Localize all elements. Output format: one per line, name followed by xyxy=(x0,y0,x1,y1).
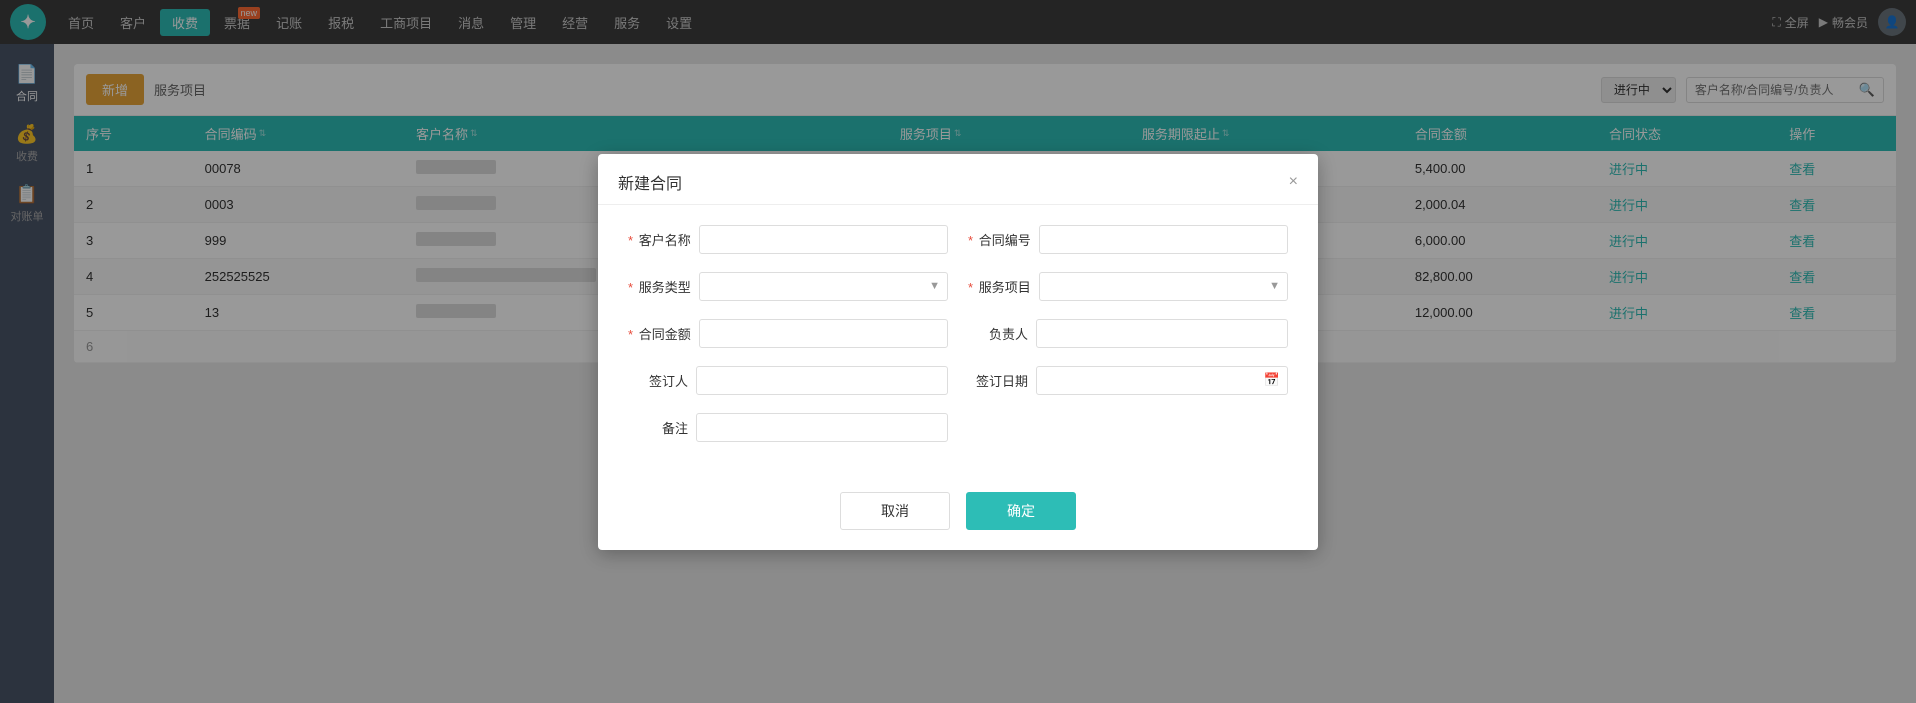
required-mark5: * xyxy=(628,327,633,342)
client-name-input[interactable] xyxy=(699,225,948,254)
modal-overlay[interactable]: 新建合同 × * 客户名称 * 合同编号 xyxy=(0,0,1916,703)
signer-input[interactable] xyxy=(696,366,948,395)
responsible-person-input[interactable] xyxy=(1036,319,1288,348)
service-type-select[interactable] xyxy=(699,272,948,301)
cancel-button[interactable]: 取消 xyxy=(840,492,950,530)
responsible-label: 负责人 xyxy=(968,324,1028,343)
modal-body: * 客户名称 * 合同编号 * 服 xyxy=(598,205,1318,480)
remarks-label: 备注 xyxy=(628,418,688,437)
form-group-service-type: * 服务类型 ▼ xyxy=(628,272,948,301)
service-item-select[interactable] xyxy=(1039,272,1288,301)
form-group-client-name: * 客户名称 xyxy=(628,225,948,254)
sign-date-input-wrapper: 2023-06-06 📅 xyxy=(1036,366,1288,395)
form-row-2: * 服务类型 ▼ * 服务项目 xyxy=(628,272,1288,301)
service-type-label: * 服务类型 xyxy=(628,277,691,296)
modal-close-button[interactable]: × xyxy=(1289,174,1298,190)
contract-amount-input[interactable]: 0.00 xyxy=(699,319,948,348)
contract-no-label: * 合同编号 xyxy=(968,230,1031,249)
sign-date-label: 签订日期 xyxy=(968,371,1028,390)
confirm-button[interactable]: 确定 xyxy=(966,492,1076,530)
required-mark2: * xyxy=(968,233,973,248)
form-group-responsible: 负责人 xyxy=(968,319,1288,348)
form-group-remarks: 备注 xyxy=(628,413,948,442)
form-group-service-item: * 服务项目 ▼ xyxy=(968,272,1288,301)
form-group-contract-no: * 合同编号 xyxy=(968,225,1288,254)
service-item-label: * 服务项目 xyxy=(968,277,1031,296)
form-row-3: * 合同金额 0.00 负责人 xyxy=(628,319,1288,348)
signer-label: 签订人 xyxy=(628,371,688,390)
modal-header: 新建合同 × xyxy=(598,154,1318,205)
service-item-select-wrapper: ▼ xyxy=(1039,272,1288,301)
form-row-5: 备注 xyxy=(628,413,1288,442)
form-row-1: * 客户名称 * 合同编号 xyxy=(628,225,1288,254)
amount-label: * 合同金额 xyxy=(628,324,691,343)
form-group-amount: * 合同金额 0.00 xyxy=(628,319,948,348)
service-type-select-wrapper: ▼ xyxy=(699,272,948,301)
modal-footer: 取消 确定 xyxy=(598,480,1318,550)
contract-no-input[interactable] xyxy=(1039,225,1288,254)
form-row-4: 签订人 签订日期 2023-06-06 📅 xyxy=(628,366,1288,395)
required-mark: * xyxy=(628,233,633,248)
form-group-sign-date: 签订日期 2023-06-06 📅 xyxy=(968,366,1288,395)
sign-date-input[interactable]: 2023-06-06 xyxy=(1036,366,1288,395)
client-name-label: * 客户名称 xyxy=(628,230,691,249)
form-group-signer: 签订人 xyxy=(628,366,948,395)
modal-title: 新建合同 xyxy=(618,170,682,194)
required-mark4: * xyxy=(968,280,973,295)
new-contract-modal: 新建合同 × * 客户名称 * 合同编号 xyxy=(598,154,1318,550)
required-mark3: * xyxy=(628,280,633,295)
remarks-input[interactable] xyxy=(696,413,948,442)
